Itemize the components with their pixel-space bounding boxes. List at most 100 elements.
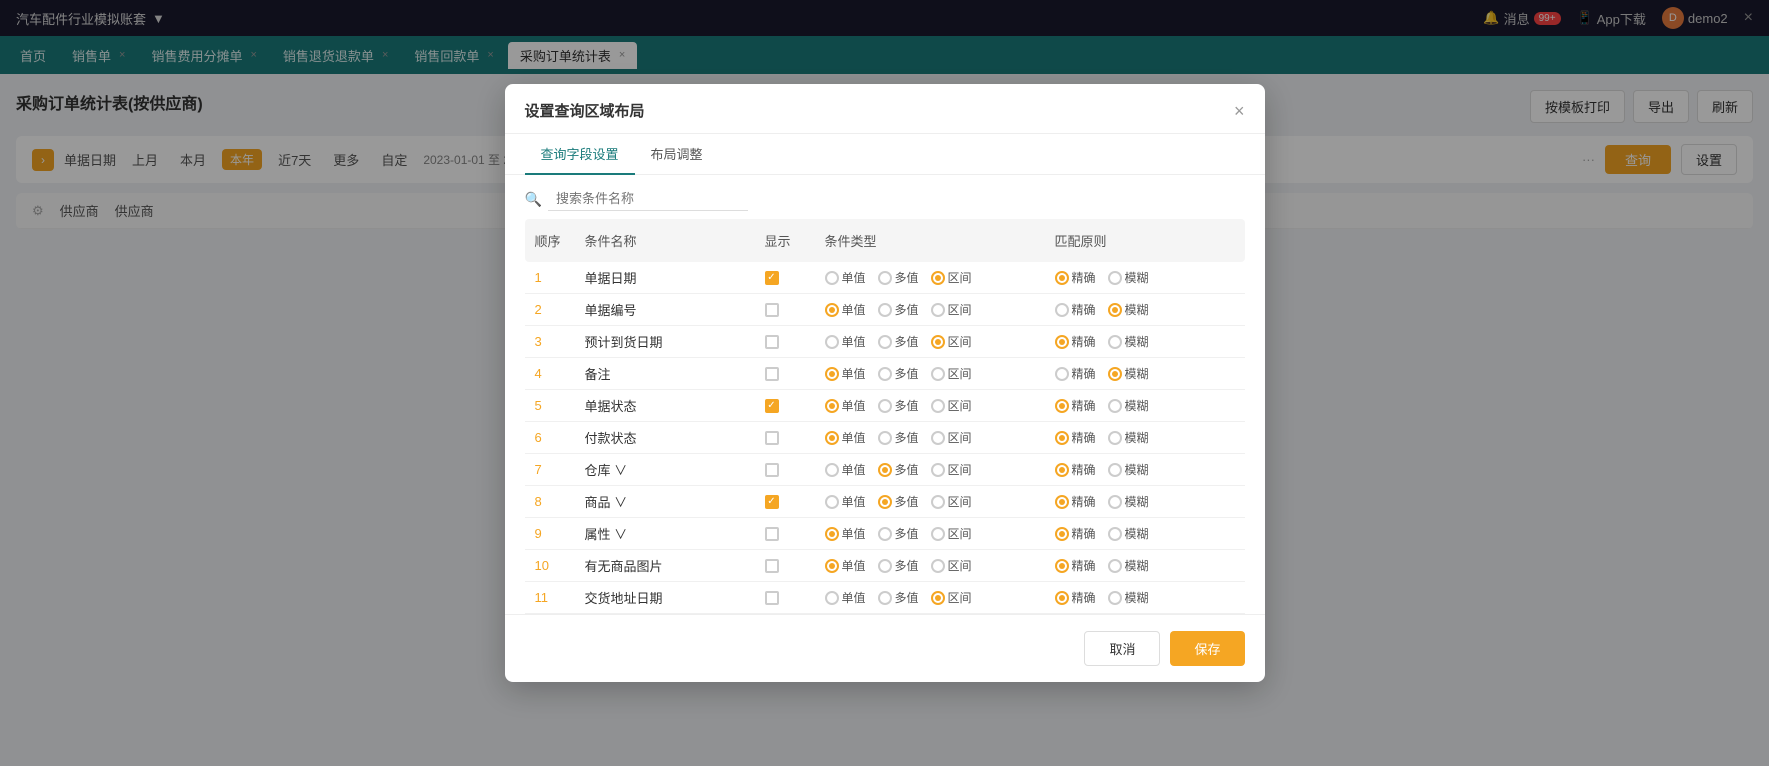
type-radio-单值[interactable]: 单值 xyxy=(825,429,866,446)
table-row: 1 单据日期 ✓ 单值 多值 xyxy=(525,262,1245,294)
cell-match: 精确 模糊 xyxy=(1045,454,1225,485)
match-radio-模糊[interactable]: 模糊 xyxy=(1108,493,1149,510)
type-radio-多值[interactable]: 多值 xyxy=(878,557,919,574)
cell-show[interactable]: ✓ xyxy=(755,390,815,421)
dialog-tab-layout[interactable]: 布局调整 xyxy=(635,134,719,175)
type-radio-单值[interactable]: 单值 xyxy=(825,525,866,542)
cell-name: 单据编号 xyxy=(575,294,755,325)
type-radio-单值[interactable]: 单值 xyxy=(825,397,866,414)
type-radio-多值[interactable]: 多值 xyxy=(878,269,919,286)
match-radio-模糊[interactable]: 模糊 xyxy=(1108,525,1149,542)
type-radio-单值[interactable]: 单值 xyxy=(825,557,866,574)
match-radio-模糊[interactable]: 模糊 xyxy=(1108,557,1149,574)
match-radio-精确[interactable]: 精确 xyxy=(1055,557,1096,574)
radio-circle xyxy=(1108,463,1122,477)
cell-show[interactable] xyxy=(755,582,815,613)
type-radio-区间[interactable]: 区间 xyxy=(931,333,972,350)
cell-show[interactable] xyxy=(755,358,815,389)
type-radio-单值[interactable]: 单值 xyxy=(825,493,866,510)
match-radio-精确[interactable]: 精确 xyxy=(1055,333,1096,350)
match-radio-模糊[interactable]: 模糊 xyxy=(1108,461,1149,478)
type-radio-多值[interactable]: 多值 xyxy=(878,589,919,606)
type-radio-区间[interactable]: 区间 xyxy=(931,493,972,510)
show-checkbox[interactable]: ✓ xyxy=(765,399,779,413)
show-checkbox[interactable] xyxy=(765,527,779,541)
type-radio-单值[interactable]: 单值 xyxy=(825,269,866,286)
match-radio-模糊[interactable]: 模糊 xyxy=(1108,397,1149,414)
cell-show[interactable]: ✓ xyxy=(755,262,815,293)
match-radio-精确[interactable]: 精确 xyxy=(1055,429,1096,446)
search-icon: 🔍 xyxy=(525,191,542,208)
cell-show[interactable] xyxy=(755,550,815,581)
type-radio-区间[interactable]: 区间 xyxy=(931,557,972,574)
type-radio-多值[interactable]: 多值 xyxy=(878,493,919,510)
cell-match: 精确 模糊 xyxy=(1045,486,1225,517)
match-radio-精确[interactable]: 精确 xyxy=(1055,461,1096,478)
type-radio-多值[interactable]: 多值 xyxy=(878,365,919,382)
match-radio-精确[interactable]: 精确 xyxy=(1055,493,1096,510)
type-radio-单值[interactable]: 单值 xyxy=(825,301,866,318)
match-radio-精确[interactable]: 精确 xyxy=(1055,269,1096,286)
match-radio-模糊[interactable]: 模糊 xyxy=(1108,429,1149,446)
radio-circle xyxy=(825,495,839,509)
match-radio-模糊[interactable]: 模糊 xyxy=(1108,269,1149,286)
match-radio-精确[interactable]: 精确 xyxy=(1055,365,1096,382)
radio-circle xyxy=(1055,431,1069,445)
radio-circle xyxy=(931,303,945,317)
type-radio-多值[interactable]: 多值 xyxy=(878,461,919,478)
type-radio-单值[interactable]: 单值 xyxy=(825,461,866,478)
type-radio-区间[interactable]: 区间 xyxy=(931,397,972,414)
show-checkbox[interactable]: ✓ xyxy=(765,495,779,509)
cancel-button[interactable]: 取消 xyxy=(1084,631,1160,666)
type-radio-单值[interactable]: 单值 xyxy=(825,589,866,606)
type-radio-多值[interactable]: 多值 xyxy=(878,333,919,350)
match-radio-精确[interactable]: 精确 xyxy=(1055,589,1096,606)
match-radio-精确[interactable]: 精确 xyxy=(1055,397,1096,414)
cell-show[interactable] xyxy=(755,422,815,453)
type-radio-单值[interactable]: 单值 xyxy=(825,333,866,350)
type-radio-区间[interactable]: 区间 xyxy=(931,589,972,606)
type-radio-区间[interactable]: 区间 xyxy=(931,525,972,542)
cell-show[interactable] xyxy=(755,454,815,485)
type-radio-区间[interactable]: 区间 xyxy=(931,461,972,478)
type-radio-多值[interactable]: 多值 xyxy=(878,525,919,542)
type-radio-多值[interactable]: 多值 xyxy=(878,301,919,318)
match-radio-group: 精确 模糊 xyxy=(1055,589,1149,606)
match-radio-模糊[interactable]: 模糊 xyxy=(1108,589,1149,606)
match-radio-模糊[interactable]: 模糊 xyxy=(1108,365,1149,382)
show-checkbox[interactable] xyxy=(765,463,779,477)
show-checkbox[interactable] xyxy=(765,431,779,445)
match-radio-模糊[interactable]: 模糊 xyxy=(1108,301,1149,318)
type-radio-区间[interactable]: 区间 xyxy=(931,429,972,446)
cell-show[interactable] xyxy=(755,326,815,357)
type-radio-区间[interactable]: 区间 xyxy=(931,269,972,286)
dialog-tab-query-fields[interactable]: 查询字段设置 xyxy=(525,134,635,175)
type-radio-group: 单值 多值 区间 xyxy=(825,269,972,286)
cell-show[interactable] xyxy=(755,294,815,325)
show-checkbox[interactable] xyxy=(765,559,779,573)
dialog-close-button[interactable]: × xyxy=(1234,102,1245,120)
type-radio-单值[interactable]: 单值 xyxy=(825,365,866,382)
cell-name: 备注 xyxy=(575,358,755,389)
show-checkbox[interactable] xyxy=(765,303,779,317)
radio-circle xyxy=(931,271,945,285)
radio-circle xyxy=(825,271,839,285)
match-radio-精确[interactable]: 精确 xyxy=(1055,301,1096,318)
type-radio-区间[interactable]: 区间 xyxy=(931,301,972,318)
search-input[interactable] xyxy=(548,187,748,211)
type-radio-多值[interactable]: 多值 xyxy=(878,429,919,446)
show-checkbox[interactable] xyxy=(765,591,779,605)
type-radio-区间[interactable]: 区间 xyxy=(931,365,972,382)
radio-circle xyxy=(1108,367,1122,381)
show-checkbox[interactable] xyxy=(765,367,779,381)
cell-show[interactable] xyxy=(755,518,815,549)
type-radio-group: 单值 多值 区间 xyxy=(825,461,972,478)
save-button[interactable]: 保存 xyxy=(1170,631,1244,666)
type-radio-多值[interactable]: 多值 xyxy=(878,397,919,414)
show-checkbox[interactable]: ✓ xyxy=(765,271,779,285)
match-radio-模糊[interactable]: 模糊 xyxy=(1108,333,1149,350)
cell-show[interactable]: ✓ xyxy=(755,486,815,517)
table-row: 5 单据状态 ✓ 单值 多值 xyxy=(525,390,1245,422)
match-radio-精确[interactable]: 精确 xyxy=(1055,525,1096,542)
show-checkbox[interactable] xyxy=(765,335,779,349)
